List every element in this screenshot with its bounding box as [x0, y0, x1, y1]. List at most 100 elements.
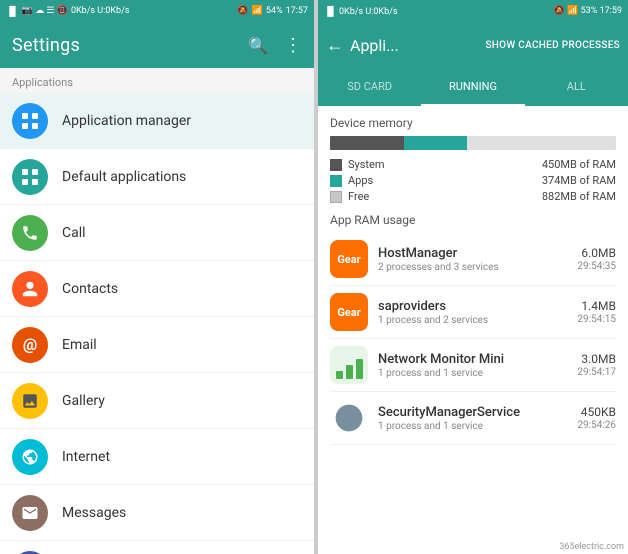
- apps-label: Apps: [348, 174, 542, 187]
- network-monitor-right: 3.0MB 29:54:17: [577, 352, 616, 378]
- menu-item-app-manager[interactable]: Application manager: [0, 93, 314, 149]
- hostmanager-icon: Gear: [330, 240, 368, 278]
- memory-bar-system: [330, 136, 404, 150]
- app-ram-title: App RAM usage: [330, 213, 616, 227]
- legend-system: System 450MB of RAM: [330, 158, 616, 171]
- right-content: Device memory System 450MB of RAM Apps 3…: [318, 106, 628, 540]
- menu-item-call[interactable]: Call: [0, 205, 314, 261]
- system-label: System: [348, 158, 542, 171]
- bar1: [336, 371, 343, 379]
- mute-icon: 🔕: [237, 6, 248, 16]
- signal-icon: ▐▌: [6, 6, 19, 17]
- menu-item-gallery[interactable]: Gallery: [0, 373, 314, 429]
- battery-left: 54%: [266, 6, 283, 16]
- menu-item-default-apps[interactable]: Default applications: [0, 149, 314, 205]
- toolbar-right: ← Appli... SHOW CACHED PROCESSES: [318, 22, 628, 68]
- system-dot: [330, 159, 342, 171]
- toolbar-left: Settings 🔍 ⋮: [0, 22, 314, 68]
- network-speed: 0Kb/s U:0Kb/s: [71, 6, 129, 16]
- mute-icon-right: 🔕: [554, 6, 565, 16]
- status-right-icons: 🔕 📶 54% 17:57: [237, 6, 308, 16]
- network-monitor-time: 29:54:17: [577, 367, 616, 378]
- free-dot: [330, 191, 342, 203]
- messages-label: Messages: [62, 505, 126, 521]
- right-panel: ▐▌ 0Kb/s U:0Kb/s 🔕 📶 53% 17:59 ← Appli..…: [318, 0, 628, 554]
- menu-list: Application manager Default applications…: [0, 93, 314, 554]
- tab-all[interactable]: ALL: [525, 68, 628, 106]
- default-apps-icon: [12, 159, 48, 195]
- splanner-icon: [12, 551, 48, 554]
- menu-item-internet[interactable]: Internet: [0, 429, 314, 485]
- watermark: 365electric.com: [318, 540, 628, 554]
- saproviders-info: saproviders 1 process and 2 services: [378, 299, 577, 326]
- network-monitor-sub: 1 process and 1 service: [378, 368, 577, 379]
- hostmanager-right: 6.0MB 29:54:35: [577, 246, 616, 272]
- time-right: 17:59: [600, 6, 622, 16]
- app-item-hostmanager[interactable]: Gear HostManager 2 processes and 3 servi…: [330, 233, 616, 286]
- apps-dot: [330, 175, 342, 187]
- network-monitor-size: 3.0MB: [577, 352, 616, 366]
- system-value: 450MB of RAM: [542, 158, 616, 171]
- menu-item-splanner[interactable]: S Planner: [0, 541, 314, 554]
- status-right-left-icons: ▐▌ 0Kb/s U:0Kb/s: [324, 6, 397, 17]
- security-manager-time: 29:54:26: [577, 420, 616, 431]
- bar2: [346, 365, 353, 379]
- security-manager-info: SecurityManagerService 1 process and 1 s…: [378, 405, 577, 432]
- email-icon: @: [12, 327, 48, 363]
- status-right-right-icons: 🔕 📶 53% 17:59: [554, 6, 622, 16]
- hostmanager-sub: 2 processes and 3 services: [378, 262, 577, 273]
- wifi-icon: 📶: [252, 6, 263, 16]
- call-icon: [12, 215, 48, 251]
- status-left-icons: ▐▌ 📷 ☁ ☰ 📵 0Kb/s U:0Kb/s: [6, 6, 129, 17]
- security-manager-icon: [330, 399, 368, 437]
- hostmanager-info: HostManager 2 processes and 3 services: [378, 246, 577, 273]
- section-header-applications: Applications: [0, 68, 314, 93]
- free-label: Free: [348, 190, 542, 203]
- memory-bar: [330, 136, 616, 150]
- menu-item-email[interactable]: @ Email: [0, 317, 314, 373]
- back-button[interactable]: ←: [326, 35, 344, 56]
- apps-value: 374MB of RAM: [542, 174, 616, 187]
- time-left: 17:57: [286, 6, 308, 16]
- app-manager-label: Application manager: [62, 113, 191, 129]
- gallery-icon: [12, 383, 48, 419]
- security-manager-sub: 1 process and 1 service: [378, 421, 577, 432]
- status-icons: 📷 ☁ ☰ 📵: [22, 6, 68, 16]
- tab-running[interactable]: RUNNING: [421, 68, 524, 106]
- saproviders-size: 1.4MB: [577, 299, 616, 313]
- appli-title: Appli...: [350, 36, 399, 55]
- saproviders-sub: 1 process and 2 services: [378, 315, 577, 326]
- hostmanager-time: 29:54:35: [577, 261, 616, 272]
- legend-free: Free 882MB of RAM: [330, 190, 616, 203]
- settings-title: Settings: [12, 35, 80, 56]
- saproviders-icon: Gear: [330, 293, 368, 331]
- search-icon[interactable]: 🔍: [248, 36, 268, 55]
- security-manager-name: SecurityManagerService: [378, 405, 577, 420]
- messages-icon: [12, 495, 48, 531]
- battery-right: 53%: [581, 6, 598, 16]
- saproviders-time: 29:54:15: [577, 314, 616, 325]
- default-apps-label: Default applications: [62, 169, 186, 185]
- show-cached-button[interactable]: SHOW CACHED PROCESSES: [485, 40, 620, 51]
- bar3: [356, 359, 363, 379]
- security-manager-size: 450KB: [577, 405, 616, 419]
- network-monitor-info: Network Monitor Mini 1 process and 1 ser…: [378, 352, 577, 379]
- network-speed-right: 0Kb/s U:0Kb/s: [339, 7, 397, 17]
- app-item-security-manager[interactable]: SecurityManagerService 1 process and 1 s…: [330, 392, 616, 445]
- tab-sdcard[interactable]: SD CARD: [318, 68, 421, 106]
- internet-icon: [12, 439, 48, 475]
- app-item-network-monitor[interactable]: Network Monitor Mini 1 process and 1 ser…: [330, 339, 616, 392]
- app-item-saproviders[interactable]: Gear saproviders 1 process and 2 service…: [330, 286, 616, 339]
- security-manager-right: 450KB 29:54:26: [577, 405, 616, 431]
- more-icon[interactable]: ⋮: [284, 35, 302, 56]
- hostmanager-size: 6.0MB: [577, 246, 616, 260]
- network-monitor-icon: [330, 346, 368, 384]
- menu-item-contacts[interactable]: Contacts: [0, 261, 314, 317]
- contacts-icon: [12, 271, 48, 307]
- gallery-label: Gallery: [62, 393, 105, 409]
- signal-icon-right: ▐▌: [324, 7, 337, 17]
- legend-apps: Apps 374MB of RAM: [330, 174, 616, 187]
- app-manager-icon: [12, 103, 48, 139]
- saproviders-right: 1.4MB 29:54:15: [577, 299, 616, 325]
- menu-item-messages[interactable]: Messages: [0, 485, 314, 541]
